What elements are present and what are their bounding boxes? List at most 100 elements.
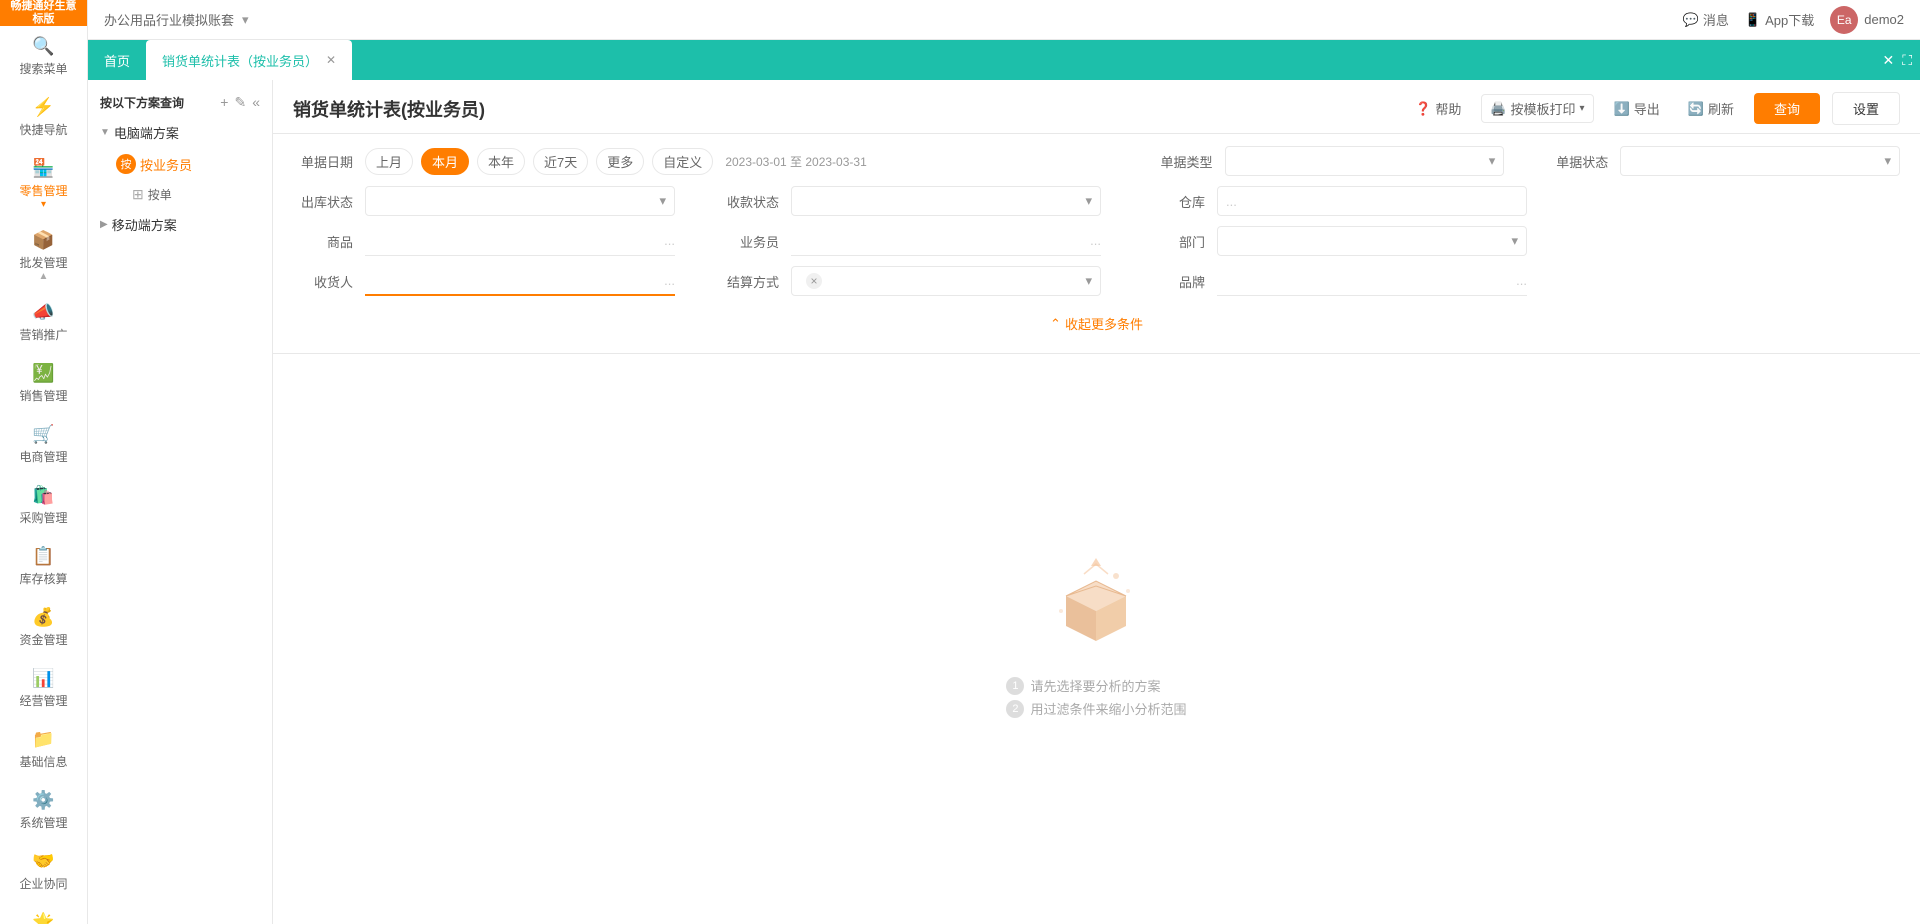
warehouse-select[interactable]: ... (1217, 186, 1527, 216)
content-area: 按以下方案查询 + ✎ « ▼ 电脑端方案 按 按业务员 ⊞ (88, 80, 1920, 924)
refresh-btn[interactable]: 🔄 刷新 (1680, 95, 1742, 122)
hint-text-1: 请先选择要分析的方案 (1030, 676, 1160, 695)
tab-home[interactable]: 首页 (88, 40, 146, 80)
wholesale-icon: 📦 (32, 230, 54, 251)
tree-subchild-order[interactable]: ⊞ 按单 (88, 180, 272, 209)
salesperson-input[interactable] (791, 233, 1086, 248)
payment-method-clear[interactable]: × (806, 273, 822, 289)
date-btn-last-month[interactable]: 上月 (365, 148, 413, 175)
brand-input[interactable] (1217, 273, 1512, 288)
sidebar-item-marketing[interactable]: 📣 营销推广 (0, 292, 88, 353)
out-status-select[interactable]: ▾ (365, 186, 675, 216)
empty-box-icon (1046, 556, 1146, 656)
sidebar-item-wholesale-label: 批发管理 (19, 254, 67, 271)
tab-sales-stat[interactable]: 销货单统计表（按业务员） ✕ (146, 40, 352, 80)
sidebar-item-search[interactable]: 🔍 搜索菜单 (0, 26, 88, 87)
refresh-label: 刷新 (1708, 99, 1734, 118)
goods-input[interactable] (365, 233, 660, 248)
filter-row-status: 出库状态 ▾ 收款状态 ▾ 仓库 ... (293, 186, 1900, 216)
sidebar-item-ecommerce[interactable]: 🛒 电商管理 (0, 414, 88, 475)
department-label: 部门 (1145, 232, 1205, 251)
sidebar-item-wholesale[interactable]: 📦 批发管理 ▲ (0, 220, 88, 292)
app-download-btn[interactable]: 📱 App下载 (1745, 10, 1814, 29)
tab-maximize-icon[interactable]: ⛶ (1902, 52, 1912, 69)
salesperson-dots[interactable]: ... (1090, 233, 1101, 248)
panel-edit-icon[interactable]: ✎ (234, 94, 246, 111)
query-btn[interactable]: 查询 (1754, 93, 1820, 124)
message-icon: 💬 (1683, 12, 1699, 28)
tree-group-mobile: ▶ 移动端方案 (88, 209, 272, 240)
filter-row-date: 单据日期 上月 本月 本年 近7天 更多 自定义 2023-03-01 至 20… (293, 146, 1900, 176)
doc-status-filter-label: 单据状态 (1548, 152, 1608, 171)
collapse-label: 收起更多条件 (1065, 314, 1143, 333)
user-name: demo2 (1864, 12, 1904, 27)
operation-icon: 📊 (32, 668, 54, 689)
sidebar-item-finance[interactable]: 💰 资金管理 (0, 597, 88, 658)
sidebar-item-inventory-label: 库存核算 (19, 570, 67, 587)
help-btn[interactable]: ❓ 帮助 (1407, 95, 1469, 122)
app-download-icon: 📱 (1745, 12, 1761, 28)
message-label: 消息 (1703, 10, 1729, 29)
doc-status-select[interactable]: ▾ (1620, 146, 1900, 176)
print-icon: 🖨️ (1490, 101, 1506, 117)
warehouse-value: ... (1226, 194, 1237, 209)
sidebar-item-retail[interactable]: 🏪 零售管理 ▾ (0, 148, 88, 220)
user-avatar-btn[interactable]: Ea demo2 (1830, 6, 1904, 34)
settings-btn[interactable]: 设置 (1832, 92, 1900, 125)
date-btn-this-month[interactable]: 本月 (421, 148, 469, 175)
export-btn[interactable]: ⬇️ 导出 (1606, 95, 1668, 122)
tree-parent-mobile[interactable]: ▶ 移动端方案 (88, 209, 272, 240)
tree-parent-desktop[interactable]: ▼ 电脑端方案 (88, 117, 272, 148)
date-btn-custom[interactable]: 自定义 (652, 148, 713, 175)
payment-method-label: 结算方式 (719, 272, 779, 291)
date-btn-this-year[interactable]: 本年 (477, 148, 525, 175)
brand-dots[interactable]: ... (1516, 273, 1527, 288)
sidebar-item-quicknav[interactable]: ⚡ 快捷导航 (0, 87, 88, 148)
system-icon: ⚙️ (32, 790, 54, 811)
sidebar-item-collab-label: 企业协同 (19, 875, 67, 892)
goods-dots[interactable]: ... (664, 233, 675, 248)
tabbar-expand[interactable]: ✕ ⛶ (1882, 52, 1912, 69)
workspace-dropdown-icon[interactable]: ▾ (242, 12, 249, 28)
sidebar-item-sales[interactable]: 💹 销售管理 (0, 353, 88, 414)
sidebar-item-operation[interactable]: 📊 经营管理 (0, 658, 88, 719)
sidebar-item-collab[interactable]: 🤝 企业协同 (0, 841, 88, 902)
tab-close-window-icon[interactable]: ✕ (1882, 52, 1894, 69)
search-menu-icon: 🔍 (32, 36, 54, 57)
sidebar-item-quicknav-label: 快捷导航 (19, 121, 67, 138)
sidebar-item-system[interactable]: ⚙️ 系统管理 (0, 780, 88, 841)
inventory-icon: 📋 (32, 546, 54, 567)
sidebar-item-search-label: 搜索菜单 (19, 60, 67, 77)
topbar-left: 办公用品行业模拟账套 ▾ (104, 10, 249, 29)
payment-status-dropdown-icon: ▾ (1085, 193, 1092, 209)
date-btn-more[interactable]: 更多 (596, 148, 644, 175)
sidebar-item-system-label: 系统管理 (19, 814, 67, 831)
receiver-dots[interactable]: ... (664, 273, 675, 288)
sidebar-item-purchase[interactable]: 🛍️ 采购管理 (0, 475, 88, 536)
doc-type-select[interactable]: ▾ (1225, 146, 1505, 176)
doc-type-filter-label: 单据类型 (1153, 152, 1213, 171)
sidebar-item-newbie[interactable]: 🌟 新手引导 (0, 902, 88, 924)
tab-close-icon[interactable]: ✕ (326, 53, 336, 67)
tree-mobile-expand-icon: ▶ (100, 219, 108, 230)
panel-add-icon[interactable]: + (220, 94, 228, 111)
date-btn-7days[interactable]: 近7天 (533, 148, 588, 175)
warehouse-label: 仓库 (1145, 192, 1205, 211)
sidebar-item-ecommerce-label: 电商管理 (19, 448, 67, 465)
receiver-input[interactable] (365, 273, 660, 288)
print-btn[interactable]: 🖨️ 按模板打印 ▾ (1481, 94, 1593, 123)
panel-collapse-icon[interactable]: « (252, 94, 260, 111)
payment-status-select[interactable]: ▾ (791, 186, 1101, 216)
receiver-label: 收货人 (293, 272, 353, 291)
tree-child-salesperson[interactable]: 按 按业务员 (88, 148, 272, 180)
message-btn[interactable]: 💬 消息 (1683, 10, 1729, 29)
sidebar-item-retail-label: 零售管理 (19, 182, 67, 199)
department-select[interactable]: ▾ (1217, 226, 1527, 256)
quicknav-icon: ⚡ (32, 97, 54, 118)
sidebar-item-inventory[interactable]: 📋 库存核算 (0, 536, 88, 597)
sidebar-item-basic[interactable]: 📁 基础信息 (0, 719, 88, 780)
collapse-filter-btn[interactable]: ⌃ 收起更多条件 (1050, 314, 1143, 333)
payment-method-select[interactable]: × ▾ (791, 266, 1101, 296)
tree-parent-mobile-label: 移动端方案 (112, 215, 177, 234)
topbar: 办公用品行业模拟账套 ▾ 💬 消息 📱 App下载 Ea demo2 (88, 0, 1920, 40)
